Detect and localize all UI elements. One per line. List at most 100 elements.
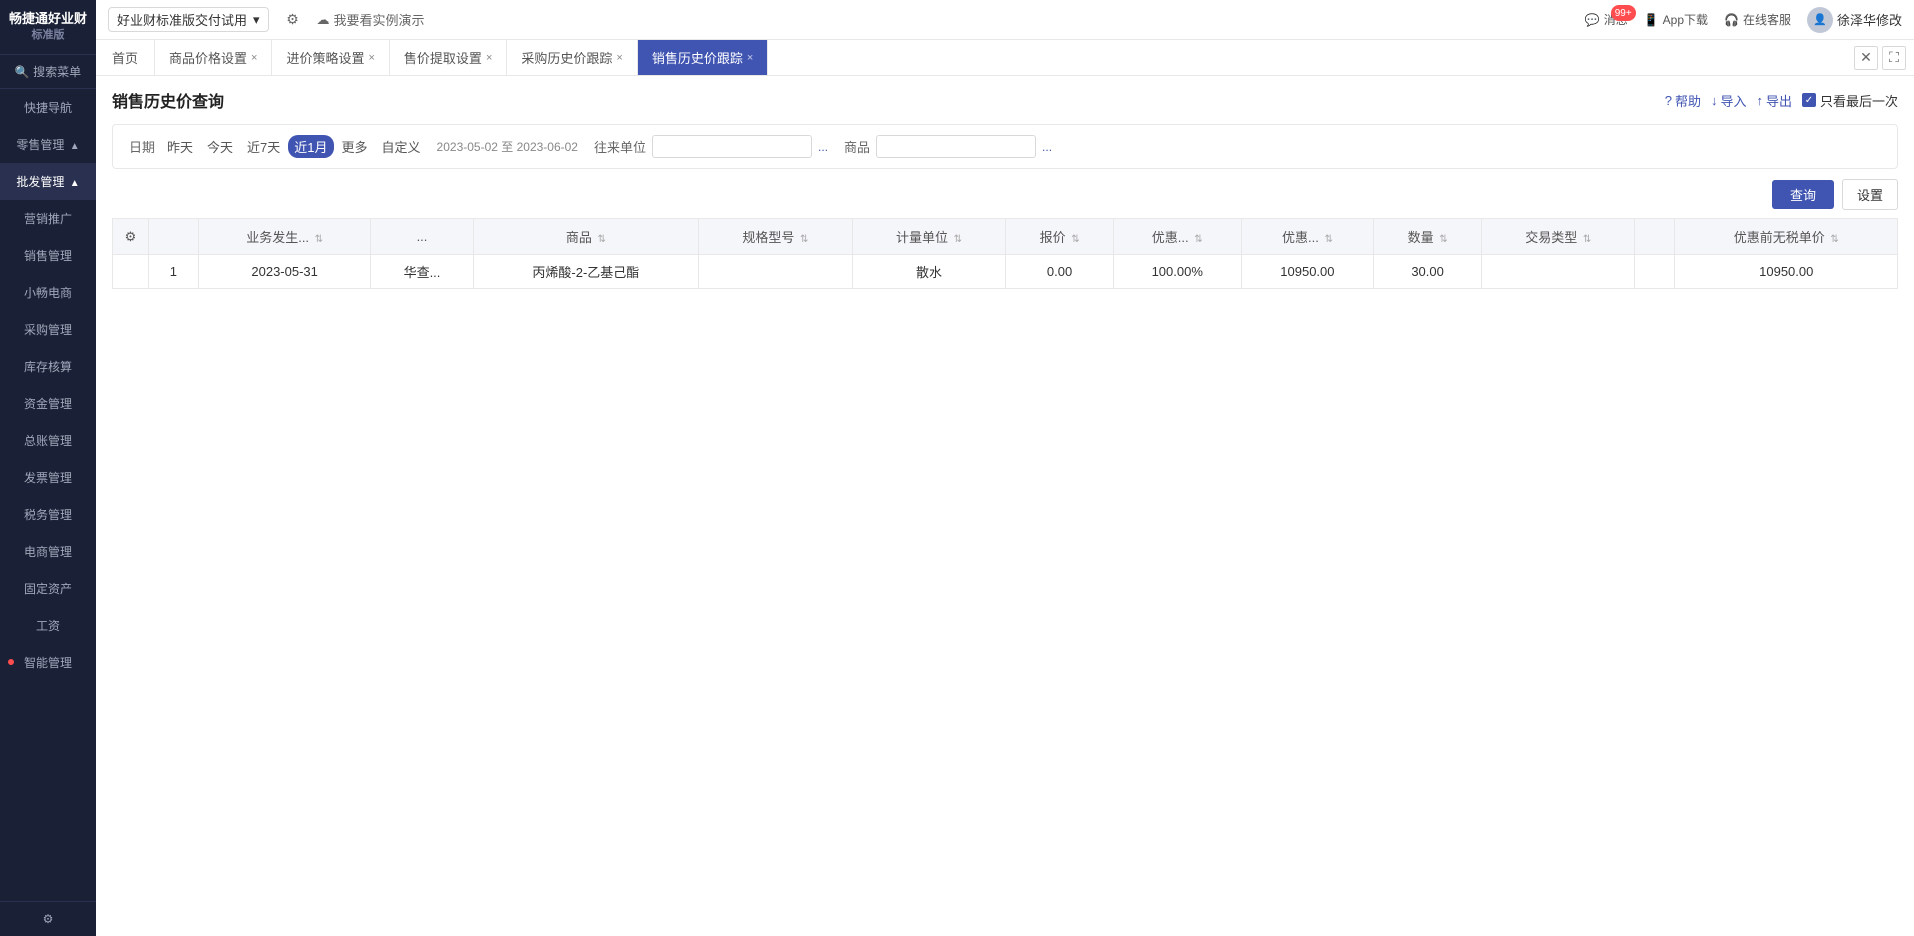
messages-btn[interactable]: 💬 消息 99+ [1585,11,1628,28]
product-more-btn[interactable]: ... [1042,140,1052,154]
logo-main-text: 畅捷通好业财 [8,10,88,28]
sidebar-search[interactable]: 🔍 搜索菜单 [0,55,96,89]
col-discount-pct[interactable]: 优惠... ⇅ [1113,219,1241,255]
sidebar-quick-nav[interactable]: 快捷导航 [0,89,96,126]
sidebar-quick-nav-label: 快捷导航 [24,101,72,115]
date-1month-btn[interactable]: 近1月 [288,135,333,158]
product-input[interactable] [876,135,1036,158]
sort-icon-pretax: ⇅ [1830,234,1838,245]
col-more1[interactable]: ... [371,219,473,255]
product-filter-group: 商品 ... [844,135,1052,158]
tab-purchase-history-close[interactable]: × [616,52,622,64]
row-pretax-price: 10950.00 [1675,255,1898,289]
tab-sales-history[interactable]: 销售历史价跟踪 × [638,40,768,75]
sidebar-item-marketing[interactable]: 营销推广 [0,200,96,237]
query-button[interactable]: 查询 [1772,180,1834,209]
row-discount-amt: 10950.00 [1241,255,1374,289]
import-link[interactable]: ↓ 导入 [1711,91,1747,110]
col-biz-date[interactable]: 业务发生... ⇅ [198,219,371,255]
topbar: 好业财标准版交付试用 ▾ ⚙ ☁ 我要看实例演示 💬 消息 99+ 📱 App下… [96,0,1914,40]
tab-sales-history-close[interactable]: × [747,52,753,64]
sidebar-item-ledger[interactable]: 总账管理 [0,422,96,459]
col-qty[interactable]: 数量 ⇅ [1374,219,1482,255]
date-buttons: 昨天 今天 近7天 近1月 更多 自定义 [161,135,427,158]
checkbox-box [1802,93,1816,107]
sidebar-item-ecommerce-small[interactable]: 小畅电商 [0,274,96,311]
col-pretax-price[interactable]: 优惠前无税单价 ⇅ [1675,219,1898,255]
tab-home[interactable]: 首页 [96,40,155,75]
version-selector[interactable]: 好业财标准版交付试用 ▾ [108,7,269,32]
sidebar-item-assets[interactable]: 固定资产 [0,570,96,607]
sidebar-item-retail[interactable]: 零售管理 ▲ [0,126,96,163]
sidebar-settings-btn[interactable]: ⚙ [0,901,96,936]
help-label: 帮助 [1675,91,1701,110]
tab-price-extract[interactable]: 售价提取设置 × [390,40,507,75]
date-today-btn[interactable]: 今天 [201,135,239,158]
tab-purchase-strategy-close[interactable]: × [368,52,374,64]
last-only-checkbox[interactable]: 只看最后一次 [1802,91,1898,110]
row-unit: 散水 [852,255,1006,289]
export-label: 导出 [1766,91,1792,110]
online-service-btn[interactable]: 🎧 在线客服 [1724,11,1791,28]
export-link[interactable]: ↑ 导出 [1756,91,1792,110]
sidebar-search-label: 搜索菜单 [33,65,81,79]
tabs-close-btn[interactable]: ✕ [1854,46,1878,70]
source-unit-more-btn[interactable]: ... [818,140,828,154]
tab-price-extract-close[interactable]: × [486,52,492,64]
tab-purchase-history[interactable]: 采购历史价跟踪 × [507,40,637,75]
date-7days-btn[interactable]: 近7天 [241,135,286,158]
date-yesterday-btn[interactable]: 昨天 [161,135,199,158]
col-unit-label: 计量单位 [896,230,948,245]
row-qty: 30.00 [1374,255,1482,289]
app-download-btn[interactable]: 📱 App下载 [1644,11,1708,28]
row-price: 0.00 [1006,255,1114,289]
tabs-fullscreen-btn[interactable]: ⛶ [1882,46,1906,70]
tab-price-extract-label: 售价提取设置 [404,48,482,67]
demo-btn[interactable]: ☁ 我要看实例演示 [317,10,425,29]
sort-icon-spec: ⇅ [800,234,808,245]
col-trans-type-label: 交易类型 [1525,230,1577,245]
sidebar-item-invoice[interactable]: 发票管理 [0,459,96,496]
date-more-btn[interactable]: 更多 [336,135,374,158]
sidebar-item-sales[interactable]: 销售管理 [0,237,96,274]
tab-product-price[interactable]: 商品价格设置 × [155,40,272,75]
col-discount-amt[interactable]: 优惠... ⇅ [1241,219,1374,255]
tab-product-price-close[interactable]: × [251,52,257,64]
sidebar-item-smart[interactable]: 智能管理 [0,644,96,681]
col-seq [149,219,199,255]
sidebar-item-purchase[interactable]: 采购管理 [0,311,96,348]
table-settings-icon: ⚙ [125,229,137,244]
col-unit[interactable]: 计量单位 ⇅ [852,219,1006,255]
sidebar-item-inventory[interactable]: 库存核算 [0,348,96,385]
col-price[interactable]: 报价 ⇅ [1006,219,1114,255]
topbar-settings-btn[interactable]: ⚙ [279,6,307,34]
source-unit-filter-group: 往来单位 ... [594,135,828,158]
sort-icon-trans: ⇅ [1583,234,1591,245]
user-profile-btn[interactable]: 👤 徐泽华修改 [1807,7,1902,33]
date-filter-group: 日期 昨天 今天 近7天 近1月 更多 自定义 2023-05-02 至 202… [129,135,578,158]
filter-bar: 日期 昨天 今天 近7天 近1月 更多 自定义 2023-05-02 至 202… [112,124,1898,169]
col-trans-type[interactable]: 交易类型 ⇅ [1481,219,1635,255]
sidebar-item-wholesale[interactable]: 批发管理 ▲ [0,163,96,200]
col-more1-label: ... [417,229,428,244]
message-icon: 💬 [1585,13,1600,27]
settings-button[interactable]: 设置 [1842,179,1898,210]
col-product[interactable]: 商品 ⇅ [473,219,699,255]
sidebar-item-tax[interactable]: 税务管理 [0,496,96,533]
date-custom-btn[interactable]: 自定义 [376,135,427,158]
sidebar-item-finance[interactable]: 资金管理 [0,385,96,422]
row-settings [113,255,149,289]
page-actions: ? 帮助 ↓ 导入 ↑ 导出 只看最后一次 [1665,91,1898,110]
help-icon: ? [1665,93,1672,108]
sidebar-item-salary[interactable]: 工资 [0,607,96,644]
help-link[interactable]: ? 帮助 [1665,91,1701,110]
tab-purchase-strategy[interactable]: 进价策略设置 × [272,40,389,75]
source-unit-input[interactable] [652,135,812,158]
sidebar-item-sales-label: 销售管理 [24,249,72,263]
col-spec[interactable]: 规格型号 ⇅ [699,219,853,255]
data-table: ⚙ 业务发生... ⇅ ... 商品 ⇅ 规格型号 [112,218,1898,289]
sidebar-item-ecommerce[interactable]: 电商管理 [0,533,96,570]
messages-badge: 99+ [1611,5,1636,21]
source-unit-label: 往来单位 [594,137,646,156]
col-settings[interactable]: ⚙ [113,219,149,255]
